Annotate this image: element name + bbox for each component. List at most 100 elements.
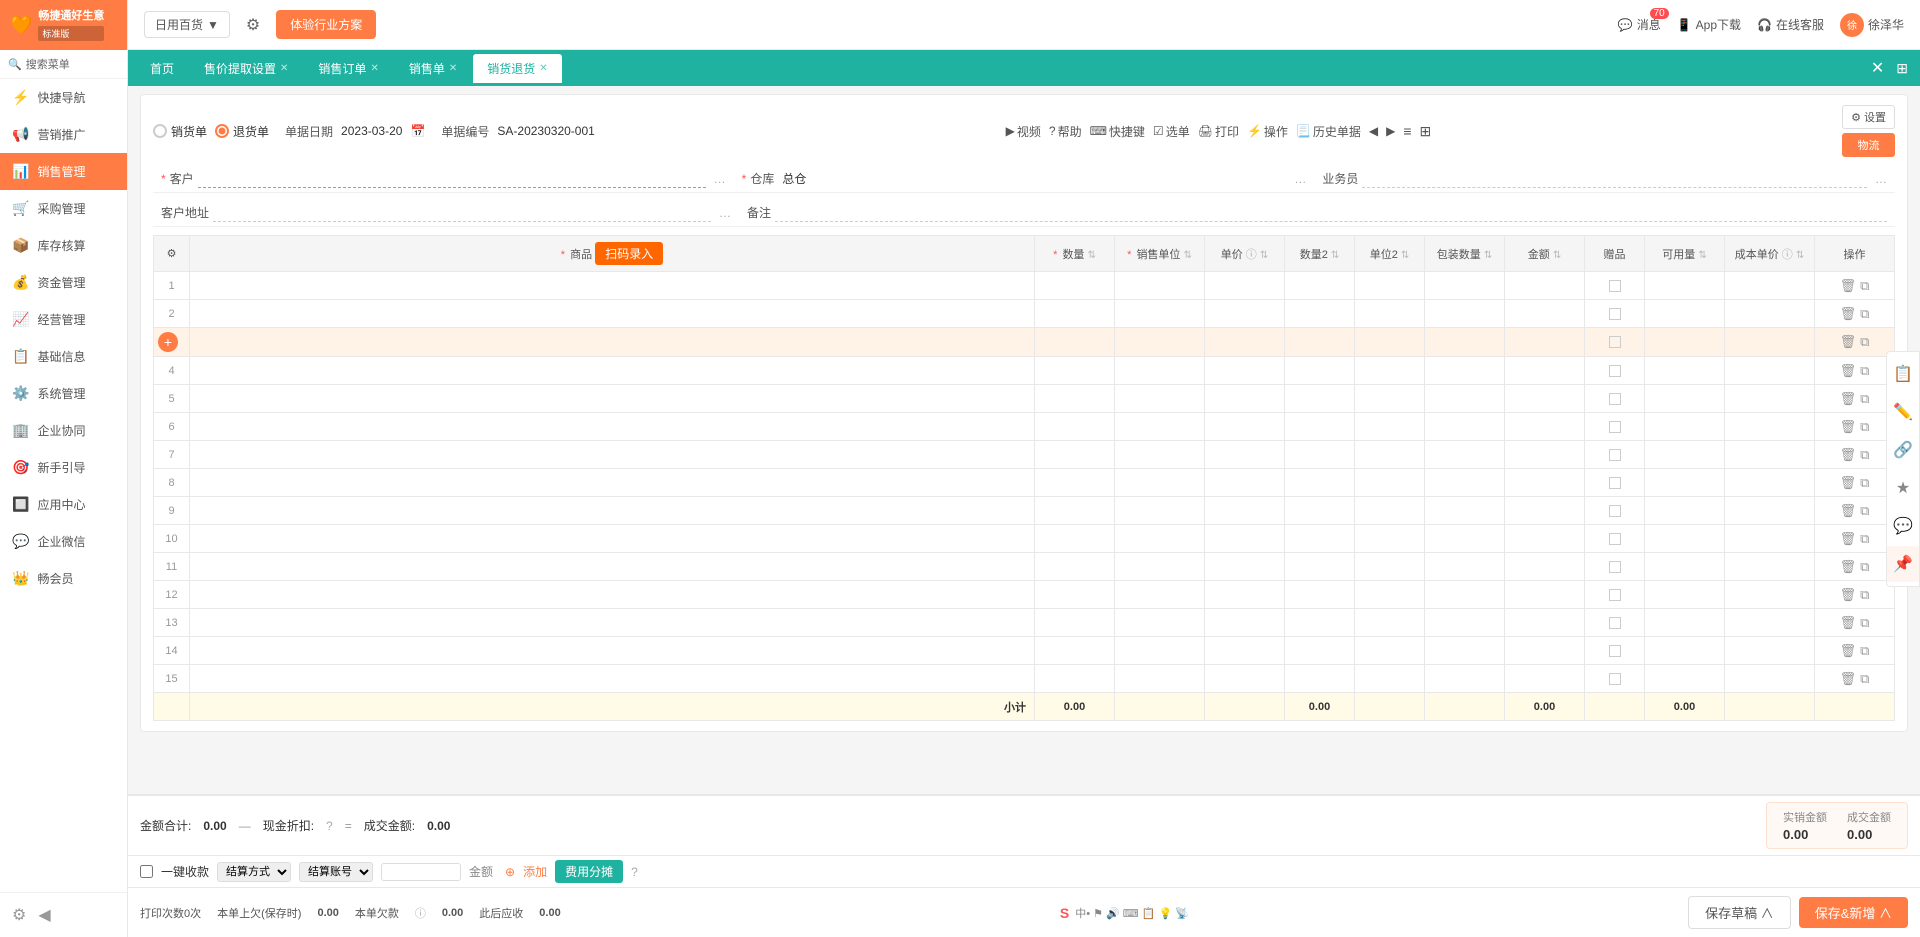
- pkg-qty-cell[interactable]: [1425, 497, 1505, 525]
- price-cell[interactable]: [1205, 637, 1285, 665]
- delete-row-icon[interactable]: 🗑: [1840, 419, 1857, 435]
- copy-row-icon[interactable]: ⧉: [1860, 391, 1869, 407]
- copy-row-icon[interactable]: ⧉: [1860, 643, 1869, 659]
- copy-row-icon[interactable]: ⧉: [1860, 559, 1869, 575]
- available-cell[interactable]: [1645, 413, 1725, 441]
- price-cell[interactable]: [1205, 328, 1285, 357]
- sidebar-item-shortcut[interactable]: ⚡ 快捷导航: [0, 79, 127, 116]
- next-btn[interactable]: ▶: [1386, 124, 1395, 138]
- delete-row-icon[interactable]: 🗑: [1840, 643, 1857, 659]
- customer-select-icon[interactable]: …: [714, 172, 726, 186]
- gift-checkbox[interactable]: [1609, 645, 1621, 657]
- available-cell[interactable]: [1645, 441, 1725, 469]
- gift-cell[interactable]: [1585, 497, 1645, 525]
- fee-help-icon[interactable]: ?: [631, 865, 638, 879]
- pkg-qty-cell[interactable]: [1425, 385, 1505, 413]
- sidebar-item-enterprise[interactable]: 🏢 企业协同: [0, 412, 127, 449]
- warehouse-select-icon[interactable]: …: [1294, 172, 1306, 186]
- sort-icon[interactable]: ⇅: [1484, 250, 1492, 261]
- qty-cell[interactable]: [1035, 357, 1115, 385]
- prev-btn[interactable]: ◀: [1369, 124, 1378, 138]
- sidebar-item-operations[interactable]: 📈 经营管理: [0, 301, 127, 338]
- amount-cell[interactable]: [1505, 665, 1585, 693]
- help-btn[interactable]: ? 帮助: [1049, 123, 1082, 140]
- unit2-cell[interactable]: [1355, 441, 1425, 469]
- grid-view-btn[interactable]: ⊞: [1420, 123, 1432, 140]
- gift-checkbox[interactable]: [1609, 561, 1621, 573]
- amount-cell[interactable]: [1505, 469, 1585, 497]
- right-panel-item-3[interactable]: 🔗: [1887, 432, 1919, 468]
- gift-cell[interactable]: [1585, 553, 1645, 581]
- sidebar-item-base[interactable]: 📋 基础信息: [0, 338, 127, 375]
- qty2-cell[interactable]: [1285, 441, 1355, 469]
- sort-icon[interactable]: ⇅: [1401, 250, 1409, 261]
- gift-checkbox[interactable]: [1609, 421, 1621, 433]
- trial-button[interactable]: 体验行业方案: [276, 10, 376, 39]
- qty2-cell[interactable]: [1285, 272, 1355, 300]
- gift-cell[interactable]: [1585, 385, 1645, 413]
- sort-icon[interactable]: ⇅: [1088, 250, 1096, 261]
- qty-cell[interactable]: [1035, 385, 1115, 413]
- unit2-cell[interactable]: [1355, 300, 1425, 328]
- price-cell[interactable]: [1205, 469, 1285, 497]
- pkg-qty-cell[interactable]: [1425, 581, 1505, 609]
- close-icon[interactable]: ✕: [539, 63, 547, 74]
- product-input[interactable]: [194, 333, 1030, 351]
- product-cell[interactable]: [190, 300, 1035, 328]
- price-cell[interactable]: [1205, 553, 1285, 581]
- qty2-cell[interactable]: [1285, 553, 1355, 581]
- delete-row-icon[interactable]: 🗑: [1840, 615, 1857, 631]
- unit-cell[interactable]: [1115, 300, 1205, 328]
- amount-cell[interactable]: [1505, 300, 1585, 328]
- online-service-button[interactable]: 🎧 在线客服: [1757, 16, 1824, 33]
- one-click-pay-checkbox[interactable]: [140, 865, 153, 878]
- sort-icon[interactable]: ⇅: [1553, 250, 1561, 261]
- qty-cell[interactable]: [1035, 328, 1115, 357]
- pkg-qty-cell[interactable]: [1425, 272, 1505, 300]
- product-cell[interactable]: [190, 581, 1035, 609]
- delete-row-icon[interactable]: 🗑: [1840, 306, 1857, 322]
- close-all-tabs-button[interactable]: ✕: [1865, 58, 1890, 78]
- tab-sales-delivery[interactable]: 销售单 ✕: [395, 54, 471, 83]
- tab-sales-return[interactable]: 销货退货 ✕: [473, 54, 561, 83]
- gift-checkbox[interactable]: [1609, 280, 1621, 292]
- operate-btn[interactable]: ⚡ 操作: [1247, 123, 1288, 140]
- qty2-cell[interactable]: [1285, 665, 1355, 693]
- price-cell[interactable]: [1205, 413, 1285, 441]
- amount-cell[interactable]: [1505, 553, 1585, 581]
- qty-cell[interactable]: [1035, 665, 1115, 693]
- sidebar-settings-button[interactable]: ⚙: [8, 901, 30, 929]
- product-cell[interactable]: [190, 272, 1035, 300]
- header-settings-button[interactable]: ⚙: [238, 11, 268, 39]
- gift-checkbox[interactable]: [1609, 533, 1621, 545]
- copy-row-icon[interactable]: ⧉: [1860, 278, 1869, 294]
- unit2-cell[interactable]: [1355, 553, 1425, 581]
- amount-cell[interactable]: [1505, 441, 1585, 469]
- qty2-cell[interactable]: [1285, 525, 1355, 553]
- qty-cell[interactable]: [1035, 553, 1115, 581]
- price-cell[interactable]: [1205, 357, 1285, 385]
- unit2-cell[interactable]: [1355, 581, 1425, 609]
- price-cell[interactable]: [1205, 385, 1285, 413]
- gift-checkbox[interactable]: [1609, 449, 1621, 461]
- list-view-btn[interactable]: ≡: [1403, 123, 1411, 139]
- tab-price-setting[interactable]: 售价提取设置 ✕: [190, 54, 302, 83]
- product-cell[interactable]: [190, 665, 1035, 693]
- qty-cell[interactable]: [1035, 525, 1115, 553]
- radio-delivery[interactable]: 销货单: [153, 123, 207, 140]
- qty-cell[interactable]: [1035, 609, 1115, 637]
- unit-cell[interactable]: [1115, 413, 1205, 441]
- pkg-qty-cell[interactable]: [1425, 357, 1505, 385]
- price-cell[interactable]: [1205, 525, 1285, 553]
- staff-select-icon[interactable]: …: [1875, 172, 1887, 186]
- add-payment-button[interactable]: ⊕: [505, 865, 515, 879]
- unit2-cell[interactable]: [1355, 469, 1425, 497]
- unit2-cell[interactable]: [1355, 385, 1425, 413]
- gift-checkbox[interactable]: [1609, 589, 1621, 601]
- unit-cell[interactable]: [1115, 357, 1205, 385]
- sidebar-item-wechat[interactable]: 💬 企业微信: [0, 523, 127, 560]
- nav-dropdown[interactable]: 日用百货 ▼: [144, 11, 230, 38]
- right-panel-item-5[interactable]: 💬: [1887, 508, 1919, 544]
- gift-cell[interactable]: [1585, 357, 1645, 385]
- gift-checkbox[interactable]: [1609, 336, 1621, 348]
